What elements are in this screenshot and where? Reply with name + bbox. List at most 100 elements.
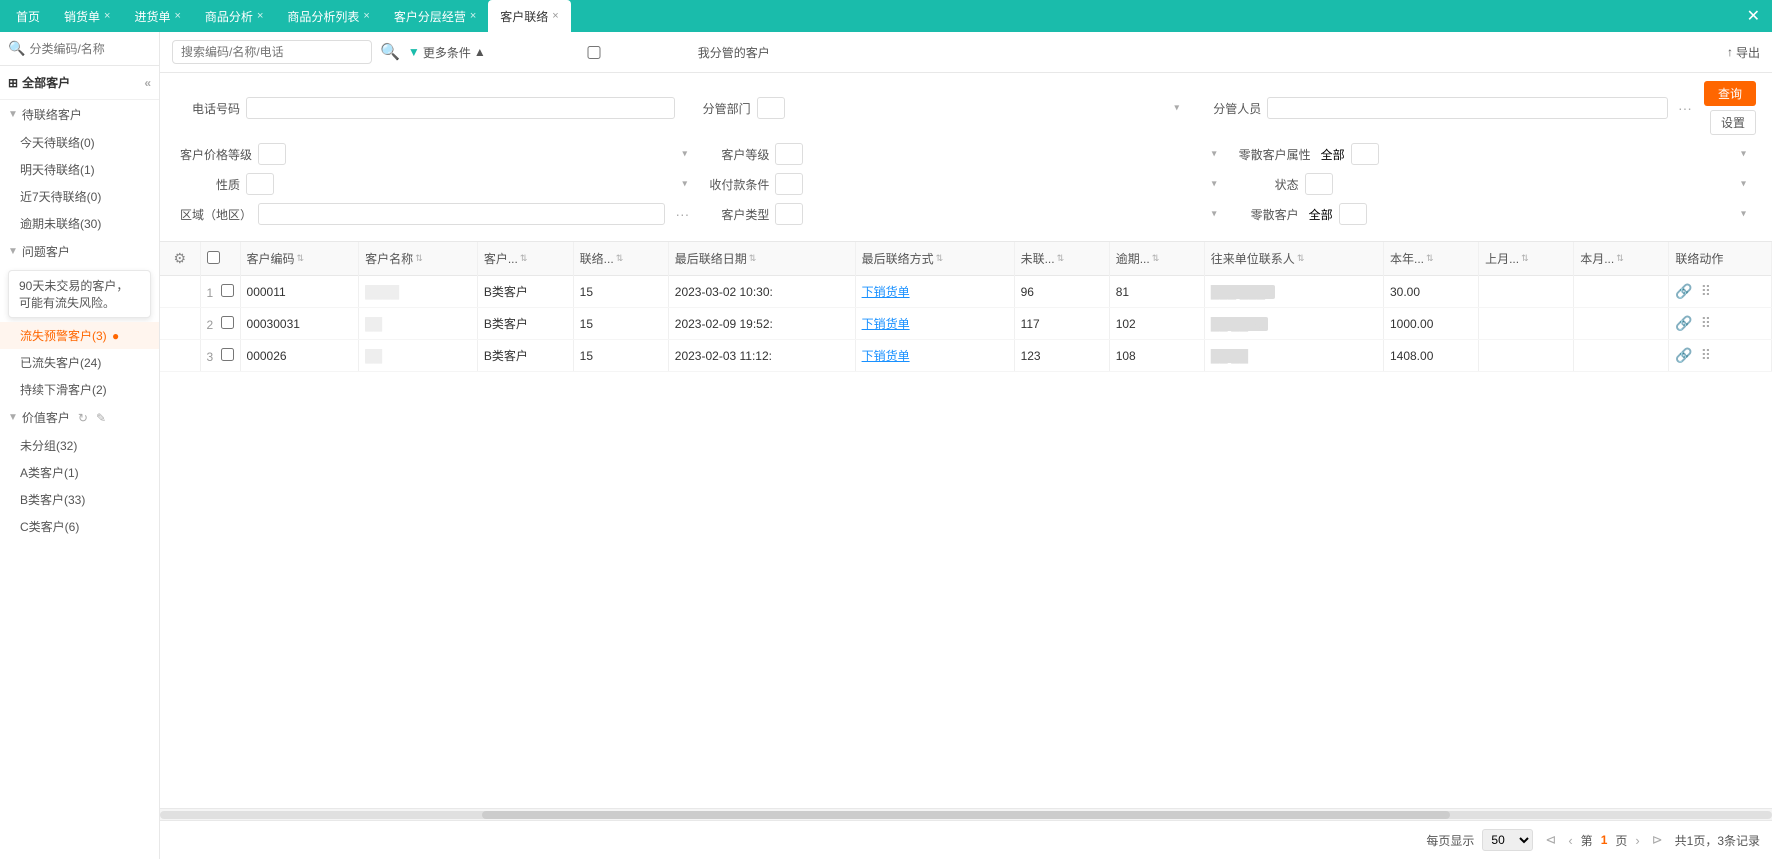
th-last-method[interactable]: 最后联络方式 ⇅ <box>855 242 1014 276</box>
scrollbar-thumb[interactable] <box>482 811 1449 819</box>
tab-bar: 首页 销货单 × 进货单 × 商品分析 × 商品分析列表 × 客户分层经营 × … <box>0 0 1772 32</box>
my-customers-checkbox[interactable] <box>494 46 694 59</box>
sidebar-item-class-c[interactable]: C类客户(6) <box>0 513 159 540</box>
filter-zero-customer-select[interactable] <box>1339 203 1367 225</box>
filter-region-more[interactable]: ··· <box>671 206 693 222</box>
filter-person-more[interactable]: ··· <box>1674 100 1696 116</box>
table-body: 1 000011 ████ B类客户 15 2023-03-02 10:30: … <box>160 276 1772 372</box>
tab-customer-layer[interactable]: 客户分层经营 × <box>382 0 488 32</box>
filter-status-select[interactable] <box>1305 173 1333 195</box>
row-last-method-2[interactable]: 下销货单 <box>855 340 1014 372</box>
sidebar-item-tomorrow[interactable]: 明天待联络(1) <box>0 156 159 183</box>
row-checkbox-2[interactable] <box>221 348 234 361</box>
filter-gender-select[interactable] <box>246 173 274 195</box>
close-window-icon[interactable]: ✕ <box>1747 6 1768 26</box>
sidebar-root[interactable]: ⊞ 全部客户 « <box>0 66 159 100</box>
tab-sales-order[interactable]: 销货单 × <box>52 0 122 32</box>
my-customers-checkbox-label[interactable]: 我分管的客户 <box>494 44 770 61</box>
th-code[interactable]: 客户编码 ⇅ <box>240 242 359 276</box>
row-action-link-2[interactable]: 🔗 <box>1675 347 1692 364</box>
last-page-btn[interactable]: ⊳ <box>1648 830 1667 850</box>
filter-dept-select[interactable] <box>757 97 785 119</box>
row-last-method-1[interactable]: 下销货单 <box>855 308 1014 340</box>
tab-close-product-analysis-list[interactable]: × <box>363 10 369 22</box>
th-unlink-days[interactable]: 未联... ⇅ <box>1014 242 1109 276</box>
sidebar-group-value[interactable]: ▼ 价值客户 ↻ ✎ <box>0 403 159 432</box>
refresh-icon[interactable]: ↻ <box>78 411 88 425</box>
th-checkbox[interactable] <box>200 242 240 276</box>
sidebar-collapse-icon[interactable]: « <box>144 76 151 90</box>
filter-price-level-label: 客户价格等级 <box>180 146 252 163</box>
th-overdue[interactable]: 逾期... ⇅ <box>1109 242 1204 276</box>
row-last-method-0[interactable]: 下销货单 <box>855 276 1014 308</box>
tab-close-sales-order[interactable]: × <box>104 10 110 22</box>
per-page-select[interactable]: 50 100 200 <box>1482 829 1533 851</box>
sidebar-item-churn-warning[interactable]: 流失预警客户(3) ● <box>0 322 159 349</box>
sidebar-group-pending[interactable]: ▼ 待联络客户 <box>0 100 159 129</box>
search-bar: 🔍 ▼ 更多条件 ▲ 我分管的客户 ↑ 导出 <box>160 32 1772 73</box>
th-last-date[interactable]: 最后联络日期 ⇅ <box>668 242 855 276</box>
row-checkbox-1[interactable] <box>221 316 234 329</box>
tab-close-customer-layer[interactable]: × <box>470 10 476 22</box>
sidebar-group-problem[interactable]: ▼ 问题客户 <box>0 237 159 266</box>
th-contact-count[interactable]: 联络... ⇅ <box>573 242 668 276</box>
sidebar-item-overdue[interactable]: 逾期未联络(30) <box>0 210 159 237</box>
tab-close-purchase-order[interactable]: × <box>174 10 180 22</box>
tab-product-analysis-list[interactable]: 商品分析列表 × <box>275 0 381 32</box>
next-page-btn[interactable]: › <box>1631 831 1643 850</box>
row-contact-count-0: 15 <box>573 276 668 308</box>
th-contact-person[interactable]: 往来单位联系人 ⇅ <box>1204 242 1383 276</box>
th-name[interactable]: 客户名称 ⇅ <box>359 242 478 276</box>
filter-zero-attr-select[interactable] <box>1351 143 1379 165</box>
filter-person-input[interactable] <box>1267 97 1668 119</box>
filter-phone-input[interactable] <box>246 97 675 119</box>
column-settings-icon[interactable]: ⚙ <box>173 250 186 266</box>
tab-close-customer-contact[interactable]: × <box>552 10 558 22</box>
more-filters-btn[interactable]: ▼ 更多条件 ▲ <box>408 44 486 61</box>
edit-icon[interactable]: ✎ <box>96 411 106 425</box>
horizontal-scrollbar[interactable] <box>160 808 1772 820</box>
select-all-checkbox[interactable] <box>207 251 220 264</box>
sidebar-item-today[interactable]: 今天待联络(0) <box>0 129 159 156</box>
filter-customer-type-select[interactable] <box>775 203 803 225</box>
scrollbar-track[interactable] <box>160 811 1772 819</box>
sidebar-search-input[interactable] <box>29 42 160 56</box>
query-button[interactable]: 查询 <box>1704 81 1756 106</box>
row-last-date-1: 2023-02-09 19:52: <box>668 308 855 340</box>
setting-button[interactable]: 设置 <box>1710 110 1756 135</box>
warning-dot: ● <box>112 329 119 343</box>
export-btn[interactable]: ↑ 导出 <box>1727 44 1760 61</box>
row-action-more-2[interactable]: ⠿ <box>1701 347 1711 364</box>
row-action-more-0[interactable]: ⠿ <box>1701 283 1711 300</box>
row-action-link-0[interactable]: 🔗 <box>1675 283 1692 300</box>
filter-payment-select[interactable] <box>775 173 803 195</box>
tab-close-product-analysis[interactable]: × <box>257 10 263 22</box>
first-page-btn[interactable]: ⊲ <box>1541 830 1560 850</box>
filter-customer-level-select[interactable] <box>775 143 803 165</box>
sidebar-item-ungrouped[interactable]: 未分组(32) <box>0 432 159 459</box>
th-last-month[interactable]: 上月... ⇅ <box>1479 242 1574 276</box>
sidebar-item-declining[interactable]: 持续下滑客户(2) <box>0 376 159 403</box>
row-contact-count-1: 15 <box>573 308 668 340</box>
th-this-month[interactable]: 本月... ⇅ <box>1574 242 1669 276</box>
tab-product-analysis[interactable]: 商品分析 × <box>193 0 275 32</box>
sidebar-item-7days[interactable]: 近7天待联络(0) <box>0 183 159 210</box>
filter-price-level: 客户价格等级 <box>172 143 701 165</box>
th-settings[interactable]: ⚙ <box>160 242 200 276</box>
tab-home[interactable]: 首页 <box>4 0 52 32</box>
filter-price-level-select[interactable] <box>258 143 286 165</box>
tab-customer-contact[interactable]: 客户联络 × <box>488 0 570 32</box>
search-button-icon[interactable]: 🔍 <box>380 42 400 62</box>
tab-purchase-order[interactable]: 进货单 × <box>122 0 192 32</box>
th-this-year[interactable]: 本年... ⇅ <box>1383 242 1478 276</box>
sidebar-item-class-b[interactable]: B类客户(33) <box>0 486 159 513</box>
row-action-more-1[interactable]: ⠿ <box>1701 315 1711 332</box>
th-type[interactable]: 客户... ⇅ <box>477 242 573 276</box>
sidebar-item-class-a[interactable]: A类客户(1) <box>0 459 159 486</box>
row-checkbox-0[interactable] <box>221 284 234 297</box>
filter-region-input[interactable] <box>258 203 665 225</box>
prev-page-btn[interactable]: ‹ <box>1564 831 1576 850</box>
row-action-link-1[interactable]: 🔗 <box>1675 315 1692 332</box>
search-input[interactable] <box>172 40 372 64</box>
sidebar-item-churned[interactable]: 已流失客户(24) <box>0 349 159 376</box>
